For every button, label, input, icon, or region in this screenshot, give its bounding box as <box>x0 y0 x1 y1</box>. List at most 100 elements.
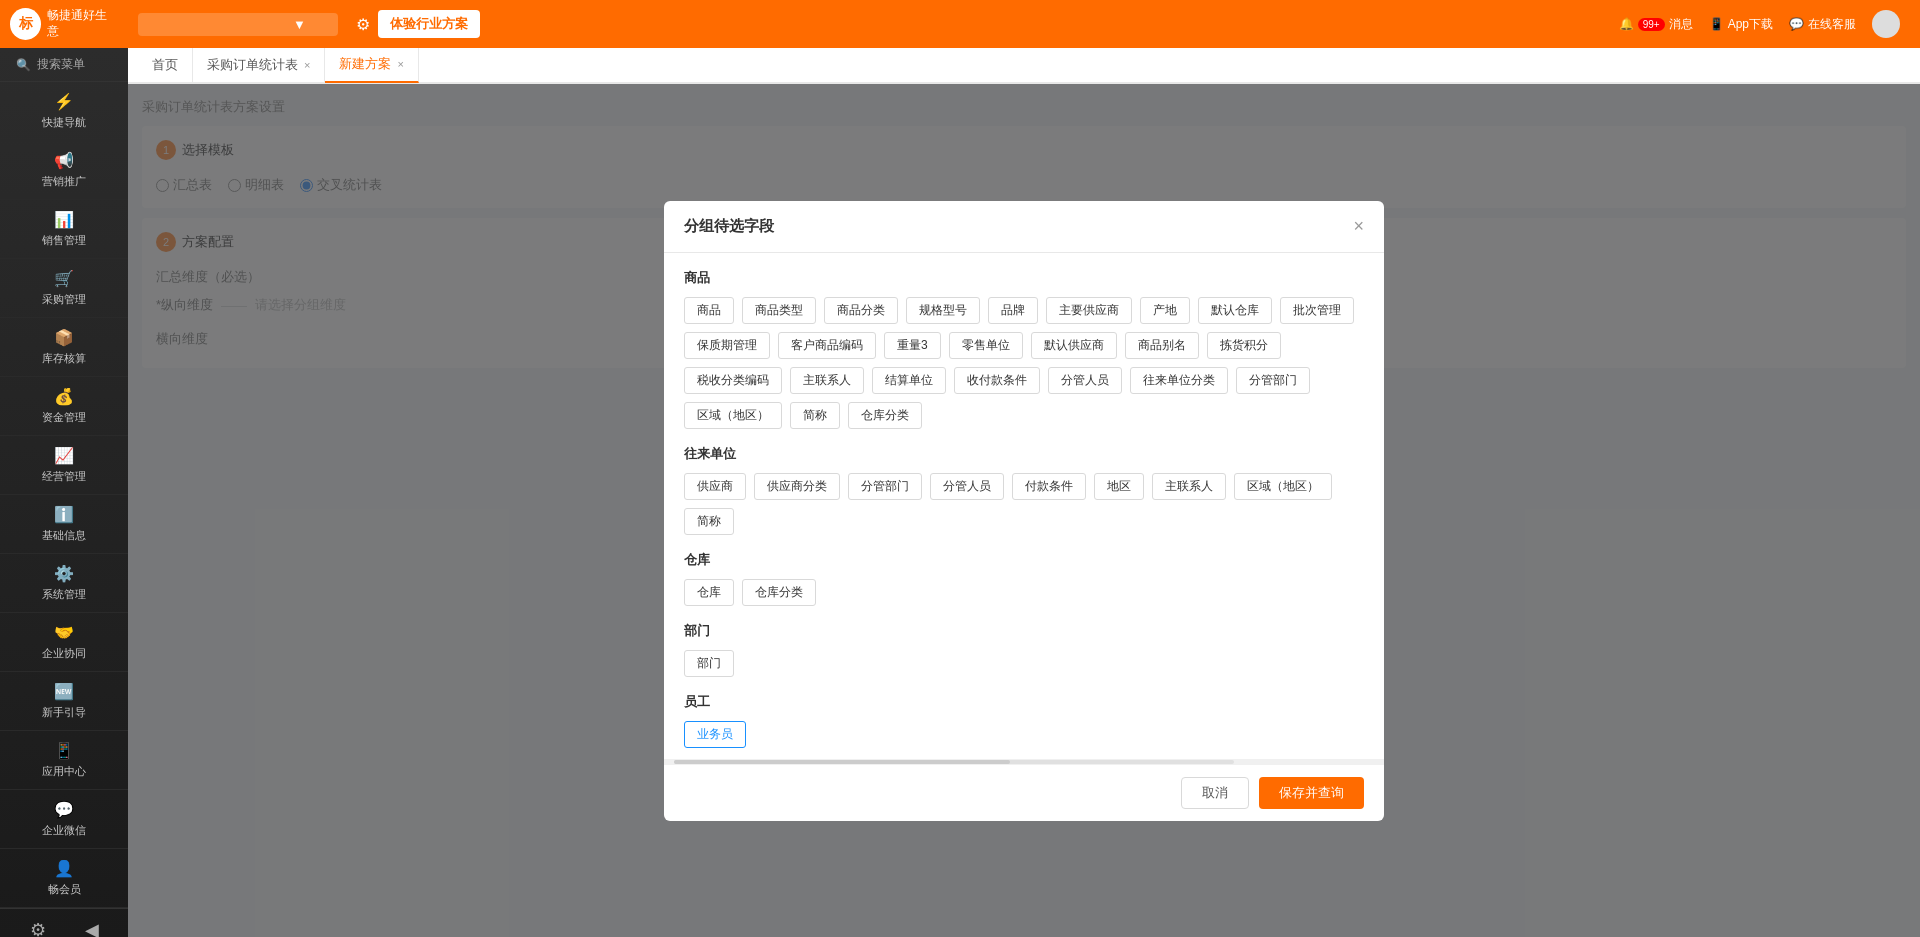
app-center-icon: 📱 <box>54 741 74 760</box>
section-partner: 往来单位 供应商 供应商分类 分管部门 分管人员 付款条件 地区 主联系人 区域… <box>684 445 1364 535</box>
topbar-search-area[interactable]: ▼ <box>138 13 338 36</box>
sidebar-item-app-center[interactable]: 📱 应用中心 <box>0 731 128 790</box>
sidebar: 标 畅捷通好生意 🔍 搜索菜单 ⚡ 快捷导航 📢 营销推广 📊 销售管理 🛒 采… <box>0 0 128 937</box>
tab-purchase-close-icon[interactable]: × <box>304 59 310 71</box>
collapse-icon[interactable]: ◀ <box>85 919 99 937</box>
field-tag-brand[interactable]: 品牌 <box>988 297 1038 324</box>
topbar-search-input[interactable] <box>148 17 288 32</box>
sidebar-logo: 标 畅捷通好生意 <box>0 0 128 48</box>
basic-info-icon: ℹ️ <box>54 505 74 524</box>
field-tag-product-alias[interactable]: 商品别名 <box>1125 332 1199 359</box>
field-tag-default-supplier[interactable]: 默认供应商 <box>1031 332 1117 359</box>
modal-cancel-button[interactable]: 取消 <box>1181 777 1249 809</box>
modal-body[interactable]: 商品 商品 商品类型 商品分类 规格型号 品牌 主要供应商 产地 默认仓库 批次… <box>664 253 1384 764</box>
field-tag-spec-model[interactable]: 规格型号 <box>906 297 980 324</box>
topbar-dropdown-icon[interactable]: ▼ <box>293 17 306 32</box>
field-tag-warehouse-cat[interactable]: 仓库分类 <box>742 579 816 606</box>
app-download-icon: 📱 <box>1709 17 1724 31</box>
field-tag-main-contact2[interactable]: 主联系人 <box>1152 473 1226 500</box>
field-tag-abbr[interactable]: 简称 <box>790 402 840 429</box>
settings-bottom-icon[interactable]: ⚙ <box>30 919 46 937</box>
sidebar-item-quick-nav[interactable]: ⚡ 快捷导航 <box>0 82 128 141</box>
service-icon: 💬 <box>1789 17 1804 31</box>
modal-header: 分组待选字段 × <box>664 201 1384 253</box>
sidebar-item-enterprise[interactable]: 🤝 企业协同 <box>0 613 128 672</box>
field-tag-region2[interactable]: 区域（地区） <box>1234 473 1332 500</box>
notification-badge: 99+ <box>1638 18 1665 31</box>
field-tag-default-warehouse[interactable]: 默认仓库 <box>1198 297 1272 324</box>
field-tag-origin[interactable]: 产地 <box>1140 297 1190 324</box>
tabbar: 首页 采购订单统计表 × 新建方案 × <box>128 48 1920 84</box>
sidebar-item-basic-info[interactable]: ℹ️ 基础信息 <box>0 495 128 554</box>
topbar-right: 🔔 99+ 消息 📱 App下载 💬 在线客服 <box>1619 10 1920 38</box>
sidebar-item-guide[interactable]: 🆕 新手引导 <box>0 672 128 731</box>
field-tag-dept-managed[interactable]: 分管部门 <box>1236 367 1310 394</box>
field-tag-supervisor[interactable]: 分管人员 <box>1048 367 1122 394</box>
modal-title: 分组待选字段 <box>684 217 774 236</box>
field-tag-product-category[interactable]: 商品分类 <box>824 297 898 324</box>
field-tag-partner-category[interactable]: 往来单位分类 <box>1130 367 1228 394</box>
sidebar-item-sales[interactable]: 📊 销售管理 <box>0 200 128 259</box>
section-warehouse-title: 仓库 <box>684 551 1364 569</box>
field-tag-department[interactable]: 部门 <box>684 650 734 677</box>
sidebar-item-marketing[interactable]: 📢 营销推广 <box>0 141 128 200</box>
sidebar-item-operations[interactable]: 📈 经营管理 <box>0 436 128 495</box>
employee-fields: 业务员 <box>684 721 1364 748</box>
field-tag-warehouse-category[interactable]: 仓库分类 <box>848 402 922 429</box>
tab-home[interactable]: 首页 <box>138 47 193 83</box>
sidebar-item-purchase[interactable]: 🛒 采购管理 <box>0 259 128 318</box>
field-tag-area[interactable]: 地区 <box>1094 473 1144 500</box>
sidebar-bottom: ⚙ ◀ <box>0 908 128 937</box>
field-tag-shelf-life[interactable]: 保质期管理 <box>684 332 770 359</box>
field-tag-weight3[interactable]: 重量3 <box>884 332 941 359</box>
sidebar-item-system[interactable]: ⚙️ 系统管理 <box>0 554 128 613</box>
field-tag-main-contact[interactable]: 主联系人 <box>790 367 864 394</box>
field-tag-abbr2[interactable]: 简称 <box>684 508 734 535</box>
topbar-gear-icon[interactable]: ⚙ <box>356 15 370 34</box>
inventory-icon: 📦 <box>54 328 74 347</box>
field-tag-salesman[interactable]: 业务员 <box>684 721 746 748</box>
product-fields: 商品 商品类型 商品分类 规格型号 品牌 主要供应商 产地 默认仓库 批次管理 … <box>684 297 1364 429</box>
field-tag-retail-unit[interactable]: 零售单位 <box>949 332 1023 359</box>
section-department: 部门 部门 <box>684 622 1364 677</box>
tab-new-plan[interactable]: 新建方案 × <box>325 47 418 83</box>
sidebar-item-enterprise-wechat[interactable]: 💬 企业微信 <box>0 790 128 849</box>
sidebar-item-member[interactable]: 👤 畅会员 <box>0 849 128 908</box>
field-tag-payment-terms[interactable]: 收付款条件 <box>954 367 1040 394</box>
sidebar-item-inventory[interactable]: 📦 库存核算 <box>0 318 128 377</box>
section-warehouse: 仓库 仓库 仓库分类 <box>684 551 1364 606</box>
tab-new-plan-close-icon[interactable]: × <box>397 58 403 70</box>
trial-plan-button[interactable]: 体验行业方案 <box>378 10 480 38</box>
modal-confirm-button[interactable]: 保存并查询 <box>1259 777 1364 809</box>
field-tag-pick-points[interactable]: 拣货积分 <box>1207 332 1281 359</box>
field-tag-region-geo[interactable]: 区域（地区） <box>684 402 782 429</box>
content-area: 采购订单统计表方案设置 1 选择模板 汇总表 明细表 交叉统计表 <box>128 84 1920 937</box>
online-service-item[interactable]: 💬 在线客服 <box>1789 16 1856 33</box>
scroll-bar-area[interactable] <box>664 759 1384 765</box>
field-tag-product[interactable]: 商品 <box>684 297 734 324</box>
sidebar-item-finance[interactable]: 💰 资金管理 <box>0 377 128 436</box>
sidebar-search-item[interactable]: 🔍 搜索菜单 <box>0 48 128 82</box>
purchase-icon: 🛒 <box>54 269 74 288</box>
field-tag-warehouse[interactable]: 仓库 <box>684 579 734 606</box>
notification-item[interactable]: 🔔 99+ 消息 <box>1619 16 1693 33</box>
field-tag-product-type[interactable]: 商品类型 <box>742 297 816 324</box>
field-tag-main-supplier[interactable]: 主要供应商 <box>1046 297 1132 324</box>
app-download-item[interactable]: 📱 App下载 <box>1709 16 1773 33</box>
user-avatar[interactable] <box>1872 10 1900 38</box>
field-tag-batch-mgmt[interactable]: 批次管理 <box>1280 297 1354 324</box>
modal-close-icon[interactable]: × <box>1353 217 1364 235</box>
field-tag-tax-code[interactable]: 税收分类编码 <box>684 367 782 394</box>
field-tag-managed-dept[interactable]: 分管部门 <box>848 473 922 500</box>
field-tag-supplier[interactable]: 供应商 <box>684 473 746 500</box>
modal-overlay: 分组待选字段 × 商品 商品 商品类型 商品分类 规格型号 品牌 主要供应商 产… <box>128 84 1920 937</box>
partner-fields: 供应商 供应商分类 分管部门 分管人员 付款条件 地区 主联系人 区域（地区） … <box>684 473 1364 535</box>
field-tag-pay-terms[interactable]: 付款条件 <box>1012 473 1086 500</box>
tab-purchase-order[interactable]: 采购订单统计表 × <box>193 47 325 83</box>
modal-footer: 取消 保存并查询 <box>664 764 1384 821</box>
field-tag-supplier-category[interactable]: 供应商分类 <box>754 473 840 500</box>
field-tag-customer-code[interactable]: 客户商品编码 <box>778 332 876 359</box>
field-tag-managed-staff[interactable]: 分管人员 <box>930 473 1004 500</box>
guide-icon: 🆕 <box>54 682 74 701</box>
field-tag-settlement-unit[interactable]: 结算单位 <box>872 367 946 394</box>
